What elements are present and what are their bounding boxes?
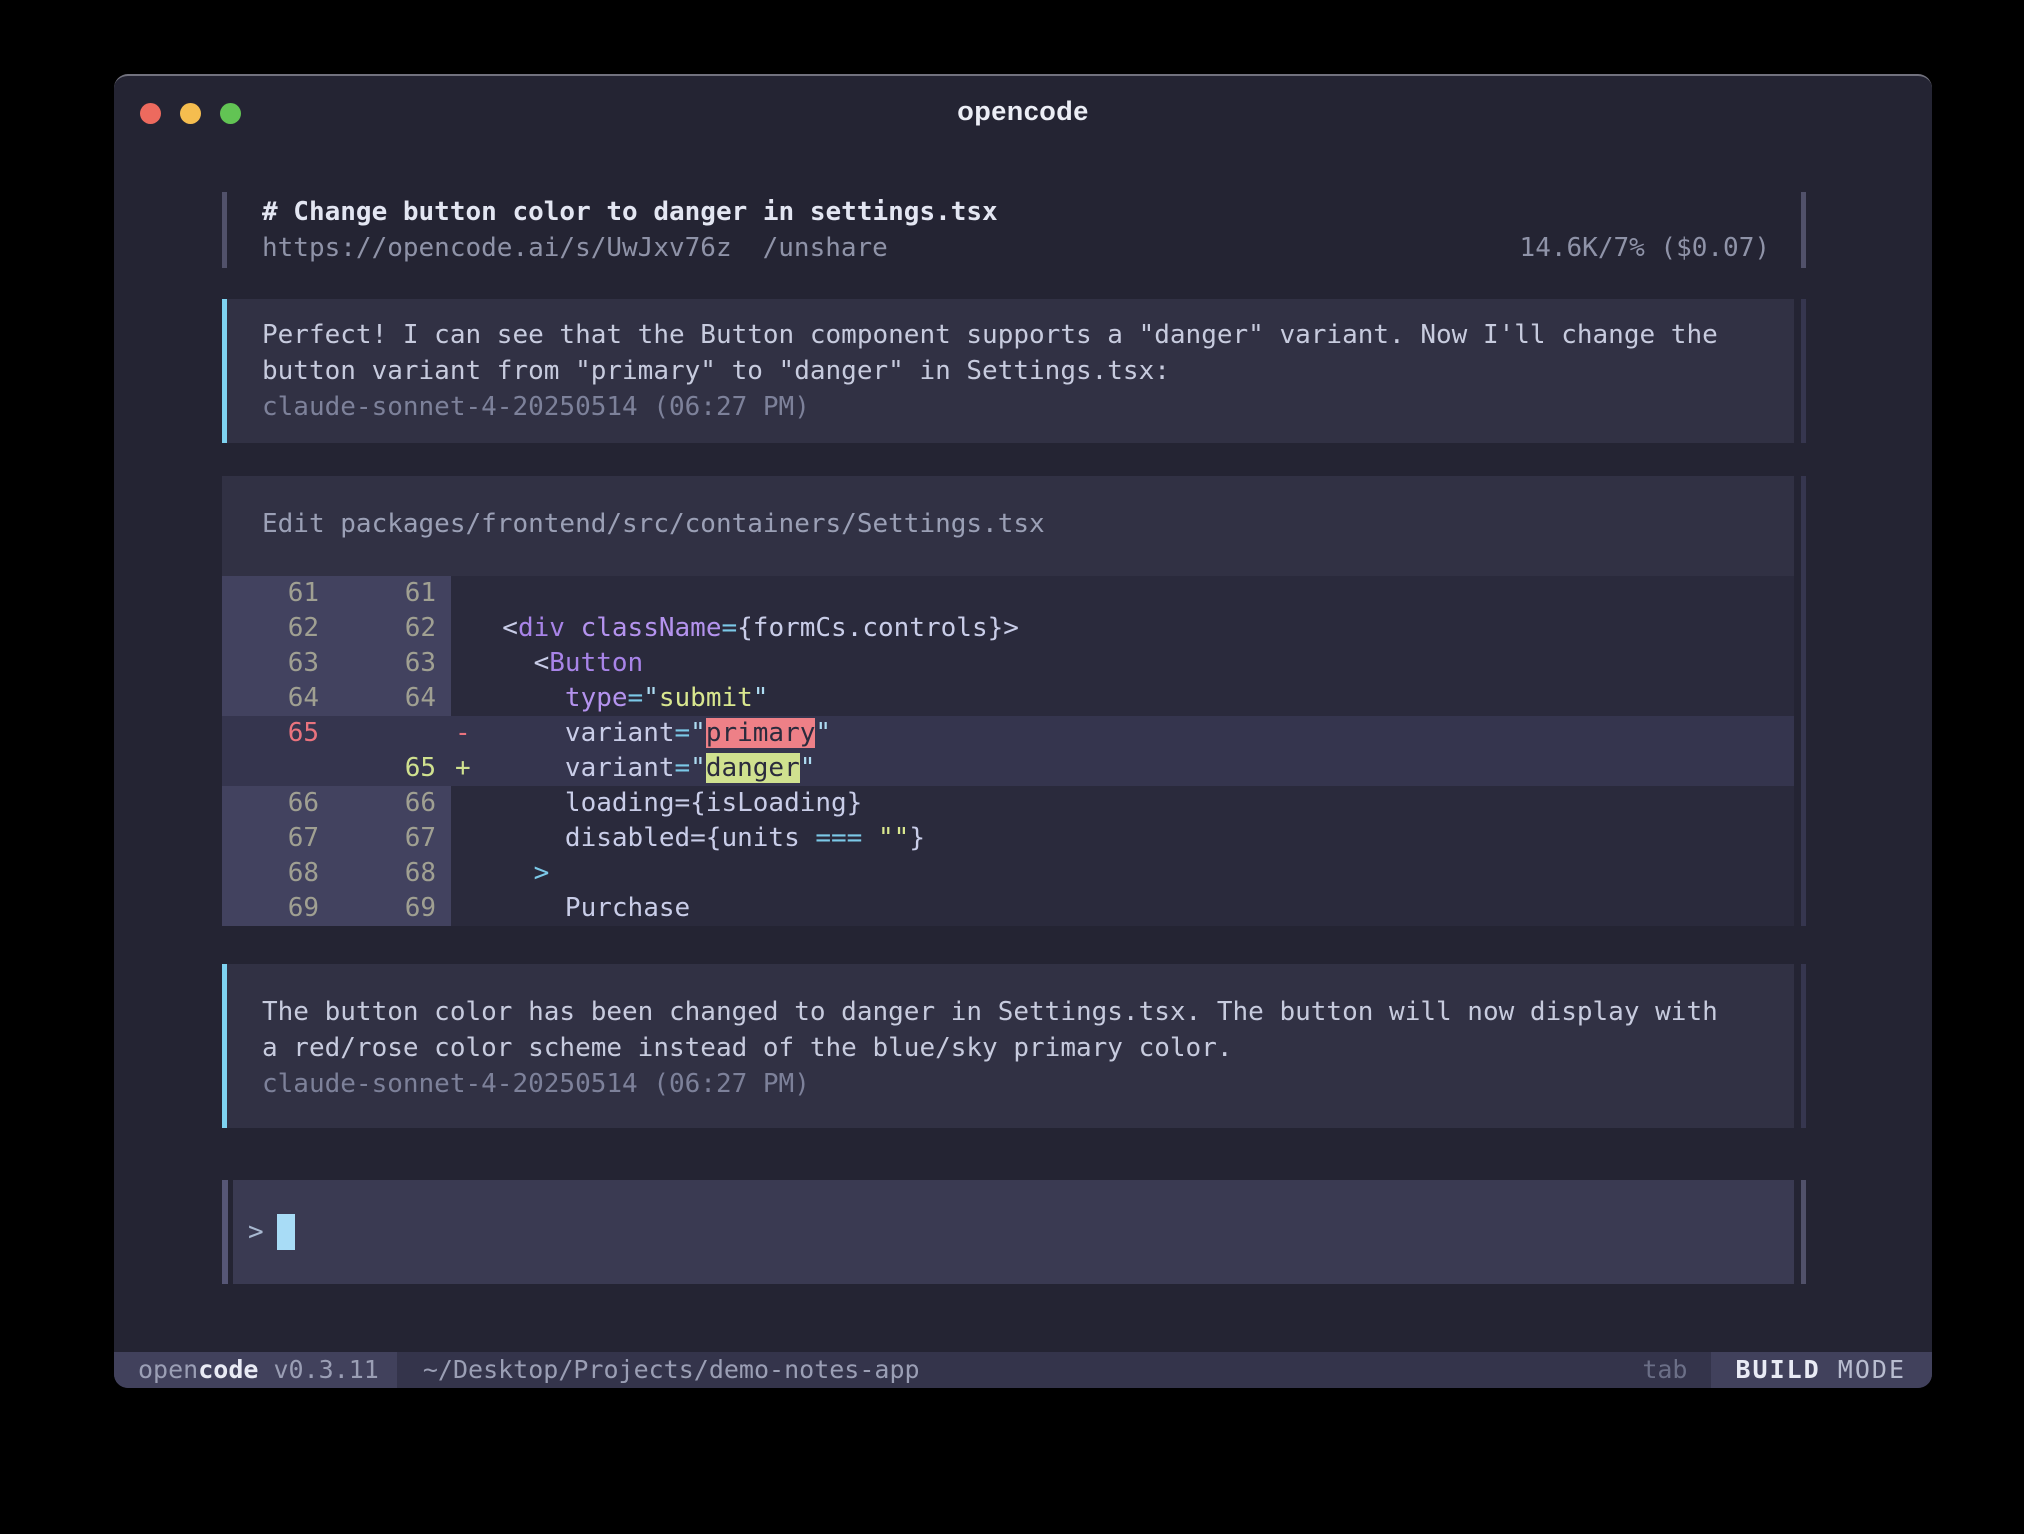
diff-code: disabled={units === ""}: [471, 821, 1794, 856]
diff-code: Purchase: [471, 891, 1794, 926]
diff-old-line-number: 62: [222, 611, 330, 646]
diff-code: type="submit": [471, 681, 1794, 716]
diff-new-line-number: [330, 716, 451, 751]
diff-row: 6262 <div className={formCs.controls}>: [222, 611, 1794, 646]
diff-old-line-number: 69: [222, 891, 330, 926]
diff-row: 6464 type="submit": [222, 681, 1794, 716]
message-line: a red/rose color scheme instead of the b…: [262, 1030, 1764, 1066]
diff-code: [471, 576, 1794, 611]
window-titlebar: opencode: [114, 76, 1932, 140]
diff-body: 6161 6262 <div className={formCs.control…: [222, 576, 1794, 926]
unshare-command[interactable]: /unshare: [763, 230, 888, 266]
diff-new-line-number: 61: [330, 576, 451, 611]
diff-new-line-number: 67: [330, 821, 451, 856]
diff-row: 6363 <Button: [222, 646, 1794, 681]
diff-new-line-number: 65: [330, 751, 451, 786]
diff-code: <div className={formCs.controls}>: [471, 611, 1794, 646]
working-directory: ~/Desktop/Projects/demo-notes-app: [423, 1352, 920, 1388]
mode-badge: BUILD MODE: [1711, 1352, 1932, 1388]
message-model-timestamp: claude-sonnet-4-20250514 (06:27 PM): [262, 1066, 1764, 1102]
diff-new-line-number: 64: [330, 681, 451, 716]
edit-tool-block: Edit packages/frontend/src/containers/Se…: [222, 476, 1806, 926]
diff-marker: [455, 646, 471, 681]
diff-old-line-number: 67: [222, 821, 330, 856]
diff-row: 6161: [222, 576, 1794, 611]
mode-primary: BUILD: [1735, 1355, 1820, 1384]
diff-new-line-number: 63: [330, 646, 451, 681]
session-title: # Change button color to danger in setti…: [262, 194, 1770, 230]
diff-marker: [455, 681, 471, 716]
diff-marker: -: [455, 716, 471, 751]
status-bar: opencode v0.3.11 ~/Desktop/Projects/demo…: [114, 1352, 1932, 1388]
diff-row: 6767 disabled={units === ""}: [222, 821, 1794, 856]
share-url[interactable]: https://opencode.ai/s/UwJxv76z: [262, 230, 732, 266]
diff-new-line-number: 62: [330, 611, 451, 646]
diff-new-line-number: 68: [330, 856, 451, 891]
prompt-chevron: >: [248, 1217, 264, 1247]
diff-marker: [455, 611, 471, 646]
assistant-message: The button color has been changed to dan…: [222, 964, 1806, 1128]
diff-row: 65 - variant="primary": [222, 716, 1794, 751]
diff-marker: +: [455, 751, 471, 786]
diff-row: 6666 loading={isLoading}: [222, 786, 1794, 821]
message-line: button variant from "primary" to "danger…: [262, 353, 1764, 389]
app-version: v0.3.11: [258, 1355, 378, 1384]
app-name-prefix: open: [138, 1355, 198, 1384]
diff-old-line-number: [222, 751, 330, 786]
diff-marker: [455, 576, 471, 611]
edit-file-title: Edit packages/frontend/src/containers/Se…: [222, 476, 1794, 576]
diff-code: loading={isLoading}: [471, 786, 1794, 821]
diff-code: variant="primary": [471, 716, 1794, 751]
app-name-suffix: code: [198, 1355, 258, 1384]
message-line: Perfect! I can see that the Button compo…: [262, 317, 1764, 353]
prompt-input[interactable]: >: [233, 1180, 1794, 1284]
message-line: The button color has been changed to dan…: [262, 994, 1764, 1030]
diff-old-line-number: 63: [222, 646, 330, 681]
diff-old-line-number: 64: [222, 681, 330, 716]
diff-marker: [455, 891, 471, 926]
desktop-background: opencode # Change button color to danger…: [0, 0, 2024, 1534]
diff-new-line-number: 69: [330, 891, 451, 926]
diff-marker: [455, 786, 471, 821]
app-version-badge: opencode v0.3.11: [114, 1352, 397, 1388]
opencode-window: opencode # Change button color to danger…: [114, 74, 1932, 1388]
assistant-message: Perfect! I can see that the Button compo…: [222, 299, 1806, 443]
diff-code: >: [471, 856, 1794, 891]
tab-key-hint: tab: [1642, 1352, 1687, 1388]
window-title: opencode: [114, 96, 1932, 127]
diff-row: 6868 >: [222, 856, 1794, 891]
diff-marker: [455, 856, 471, 891]
diff-old-line-number: 68: [222, 856, 330, 891]
diff-marker: [455, 821, 471, 856]
diff-code: <Button: [471, 646, 1794, 681]
diff-row: 6969 Purchase: [222, 891, 1794, 926]
diff-new-line-number: 66: [330, 786, 451, 821]
diff-old-line-number: 61: [222, 576, 330, 611]
text-cursor: [277, 1214, 295, 1250]
prompt-input-section: >: [222, 1180, 1806, 1284]
diff-code: variant="danger": [471, 751, 1794, 786]
diff-row: 65+ variant="danger": [222, 751, 1794, 786]
diff-old-line-number: 66: [222, 786, 330, 821]
token-usage: 14.6K/7% ($0.07): [1520, 230, 1770, 266]
session-header: # Change button color to danger in setti…: [222, 192, 1806, 268]
message-model-timestamp: claude-sonnet-4-20250514 (06:27 PM): [262, 389, 1764, 425]
diff-old-line-number: 65: [222, 716, 330, 751]
mode-secondary: MODE: [1821, 1355, 1906, 1384]
